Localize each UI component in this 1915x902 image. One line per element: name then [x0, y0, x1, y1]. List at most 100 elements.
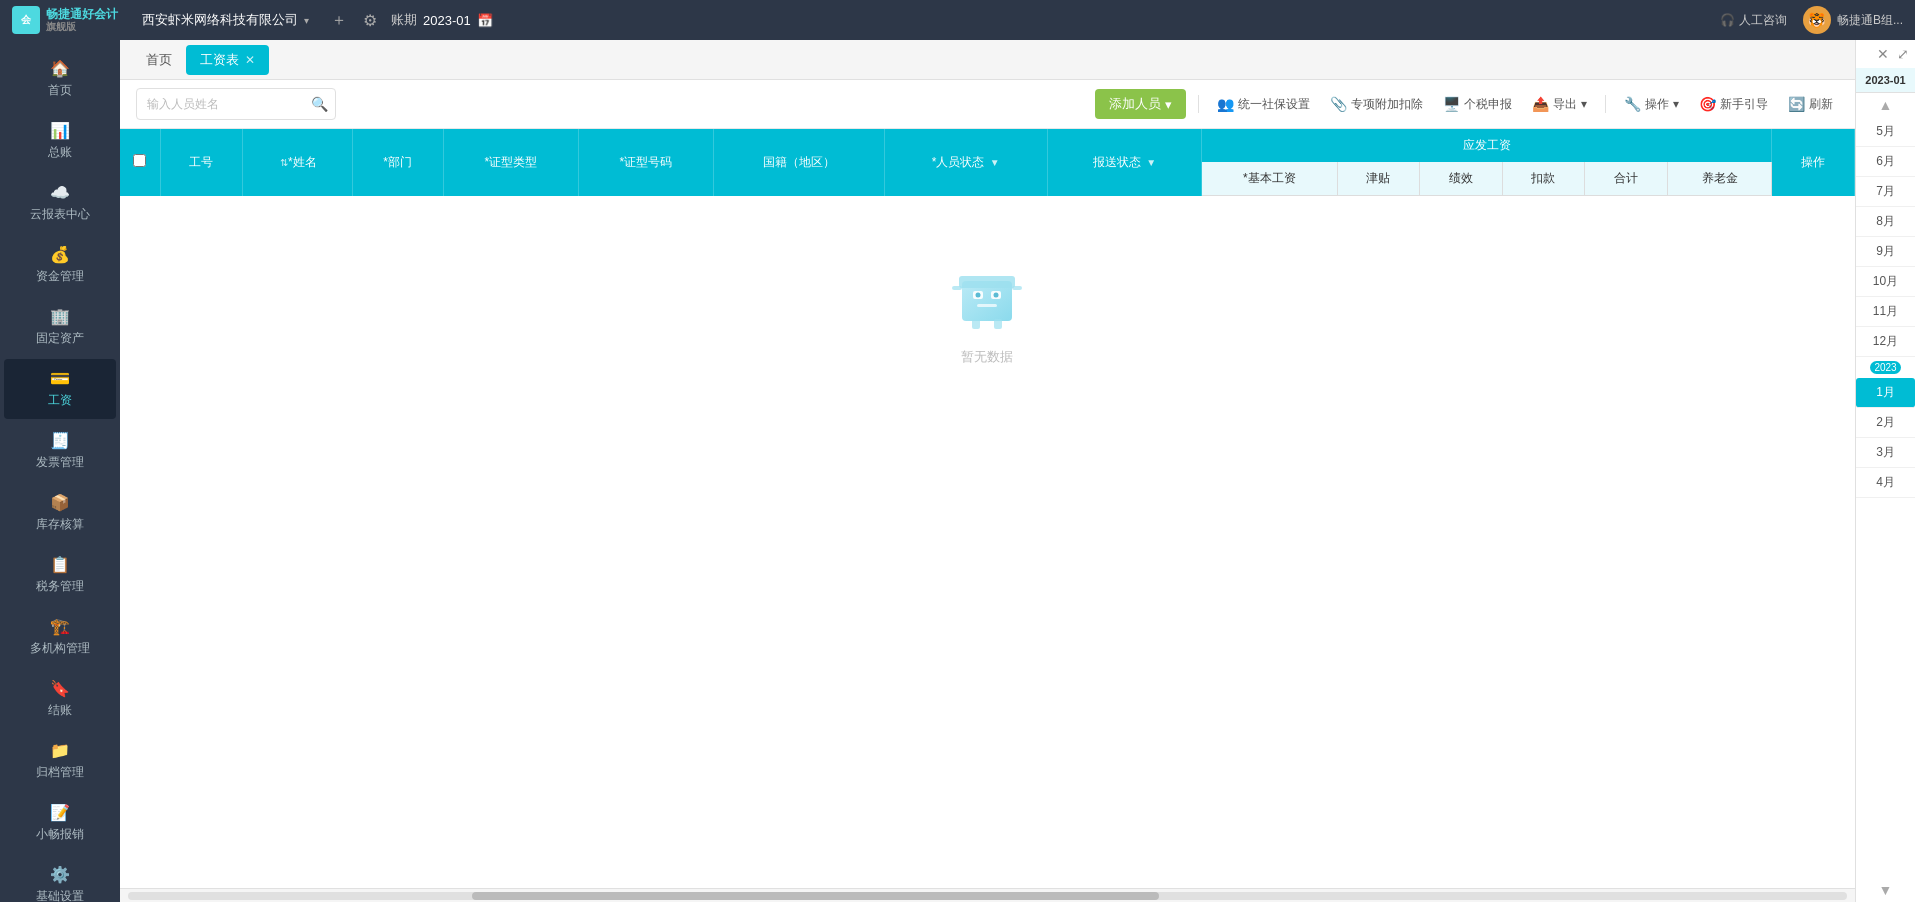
toolbar: 🔍 添加人员 ▾ 👥 统一社保设置 📎 专项附加扣除 🖥️ 个税申报 [120, 80, 1855, 129]
tax-declare-label: 个税申报 [1464, 96, 1512, 113]
sidebar-item-label: 结账 [48, 702, 72, 719]
col-checkbox[interactable] [120, 129, 160, 196]
export-button[interactable]: 📤 导出 ▾ [1526, 92, 1593, 117]
month-7[interactable]: 7月 [1856, 177, 1915, 207]
search-button[interactable]: 🔍 [311, 96, 328, 112]
panel-close-button[interactable]: ✕ [1875, 44, 1891, 64]
tax-declare-button[interactable]: 🖥️ 个税申报 [1437, 92, 1518, 117]
sidebar-item-ledger[interactable]: 📊 总账 [4, 111, 116, 171]
svg-point-4 [976, 293, 981, 298]
sidebar-item-archive[interactable]: 📁 归档管理 [4, 731, 116, 791]
tab-payroll-table[interactable]: 工资表 ✕ [186, 45, 269, 75]
month-10[interactable]: 10月 [1856, 267, 1915, 297]
sidebar-item-fixed-assets[interactable]: 🏢 固定资产 [4, 297, 116, 357]
month-11[interactable]: 11月 [1856, 297, 1915, 327]
account-period-label: 账期 [391, 11, 417, 29]
sidebar-item-home[interactable]: 🏠 首页 [4, 49, 116, 109]
month-2[interactable]: 2月 [1856, 408, 1915, 438]
guide-btn-icon: 🎯 [1699, 96, 1716, 112]
year-badge: 2023 [1870, 361, 1900, 374]
select-all-checkbox[interactable] [133, 154, 146, 167]
sidebar-item-tax[interactable]: 📋 税务管理 [4, 545, 116, 605]
month-12[interactable]: 12月 [1856, 327, 1915, 357]
sidebar-item-multi-org[interactable]: 🏗️ 多机构管理 [4, 607, 116, 667]
col-country: 国籍（地区） [714, 129, 885, 196]
calendar-icon[interactable]: 📅 [477, 13, 493, 28]
bottom-scrollbar[interactable] [120, 888, 1855, 902]
sidebar-item-cloud-report[interactable]: ☁️ 云报表中心 [4, 173, 116, 233]
col-id-no: *证型号码 [578, 129, 713, 196]
sidebar-item-settings[interactable]: ⚙️ 基础设置 [4, 855, 116, 902]
month-3[interactable]: 3月 [1856, 438, 1915, 468]
special-deduction-icon: 📎 [1330, 96, 1347, 112]
company-selector[interactable]: 西安虾米网络科技有限公司 ▾ [142, 11, 309, 29]
settle-icon: 🔖 [50, 679, 70, 698]
guide-button[interactable]: 🎯 新手引导 [1693, 92, 1774, 117]
multi-org-icon: 🏗️ [50, 617, 70, 636]
nav-up-button[interactable]: ▲ [1856, 93, 1915, 117]
table-container: 工号 ⇅*姓名 *部门 *证型类型 *证型号码 国籍（地区） *人员状态 ▼ 报… [120, 129, 1855, 888]
declare-status-filter-icon[interactable]: ▼ [1146, 157, 1156, 168]
ledger-icon: 📊 [50, 121, 70, 140]
header-right: 🎧 人工咨询 🐯 畅捷通B组... [1720, 6, 1903, 34]
sidebar-item-expense[interactable]: 📝 小畅报销 [4, 793, 116, 853]
panel-expand-button[interactable]: ⤢ [1895, 44, 1911, 64]
col-total: 合计 [1585, 162, 1668, 196]
empty-row: 暂无数据 [120, 196, 1855, 427]
sidebar-item-payroll[interactable]: 💳 工资 [4, 359, 116, 419]
export-icon: 📤 [1532, 96, 1549, 112]
col-dept: *部门 [352, 129, 443, 196]
person-status-filter-icon[interactable]: ▼ [990, 157, 1000, 168]
tab-home[interactable]: 首页 [132, 45, 186, 75]
empty-text: 暂无数据 [961, 348, 1013, 366]
service-button[interactable]: 🎧 人工咨询 [1720, 12, 1787, 29]
scrollbar-thumb[interactable] [472, 892, 1160, 900]
month-1-active[interactable]: 1月 [1856, 378, 1915, 408]
scrollbar-track[interactable] [128, 892, 1847, 900]
table-header-row-1: 工号 ⇅*姓名 *部门 *证型类型 *证型号码 国籍（地区） *人员状态 ▼ 报… [120, 129, 1855, 162]
sidebar-item-label: 总账 [48, 144, 72, 161]
add-company-button[interactable]: ＋ [327, 8, 351, 33]
refresh-label: 刷新 [1809, 96, 1833, 113]
operations-button[interactable]: 🔧 操作 ▾ [1618, 92, 1685, 117]
sidebar-item-fund[interactable]: 💰 资金管理 [4, 235, 116, 295]
divider-2 [1605, 95, 1606, 113]
inventory-icon: 📦 [50, 493, 70, 512]
table-body: 暂无数据 [120, 196, 1855, 427]
tab-bar: 首页 工资表 ✕ [120, 40, 1855, 80]
logo-area: 会 畅捷通好会计 旗舰版 [12, 6, 132, 34]
month-8[interactable]: 8月 [1856, 207, 1915, 237]
month-4[interactable]: 4月 [1856, 468, 1915, 498]
sidebar-item-settle[interactable]: 🔖 结账 [4, 669, 116, 729]
col-name: ⇅*姓名 [243, 129, 352, 196]
col-action: 操作 [1772, 129, 1855, 196]
payroll-icon: 💳 [50, 369, 70, 388]
logo-icon: 会 [12, 6, 40, 34]
sidebar-item-inventory[interactable]: 📦 库存核算 [4, 483, 116, 543]
archive-icon: 📁 [50, 741, 70, 760]
search-input[interactable] [136, 88, 336, 120]
user-area[interactable]: 🐯 畅捷通B组... [1803, 6, 1903, 34]
nav-down-button[interactable]: ▼ [1856, 878, 1915, 902]
empty-state: 暂无数据 [120, 196, 1855, 426]
month-5[interactable]: 5月 [1856, 117, 1915, 147]
month-9[interactable]: 9月 [1856, 237, 1915, 267]
chevron-down-icon: ▾ [304, 15, 309, 26]
svg-rect-6 [977, 304, 997, 307]
social-security-button[interactable]: 👥 统一社保设置 [1211, 92, 1316, 117]
refresh-icon: 🔄 [1788, 96, 1805, 112]
add-people-label: 添加人员 [1109, 95, 1161, 113]
operations-label: 操作 [1645, 96, 1669, 113]
sidebar-item-label: 归档管理 [36, 764, 84, 781]
special-deduction-button[interactable]: 📎 专项附加扣除 [1324, 92, 1429, 117]
refresh-button[interactable]: 🔄 刷新 [1782, 92, 1839, 117]
payroll-table: 工号 ⇅*姓名 *部门 *证型类型 *证型号码 国籍（地区） *人员状态 ▼ 报… [120, 129, 1855, 426]
sidebar-item-invoice[interactable]: 🧾 发票管理 [4, 421, 116, 481]
divider-1 [1198, 95, 1199, 113]
tab-close-icon[interactable]: ✕ [245, 53, 255, 67]
add-people-button[interactable]: 添加人员 ▾ [1095, 89, 1186, 119]
settings-button[interactable]: ⚙ [359, 9, 381, 32]
header-actions: ＋ ⚙ [327, 8, 381, 33]
month-6[interactable]: 6月 [1856, 147, 1915, 177]
user-name: 畅捷通B组... [1837, 12, 1903, 29]
